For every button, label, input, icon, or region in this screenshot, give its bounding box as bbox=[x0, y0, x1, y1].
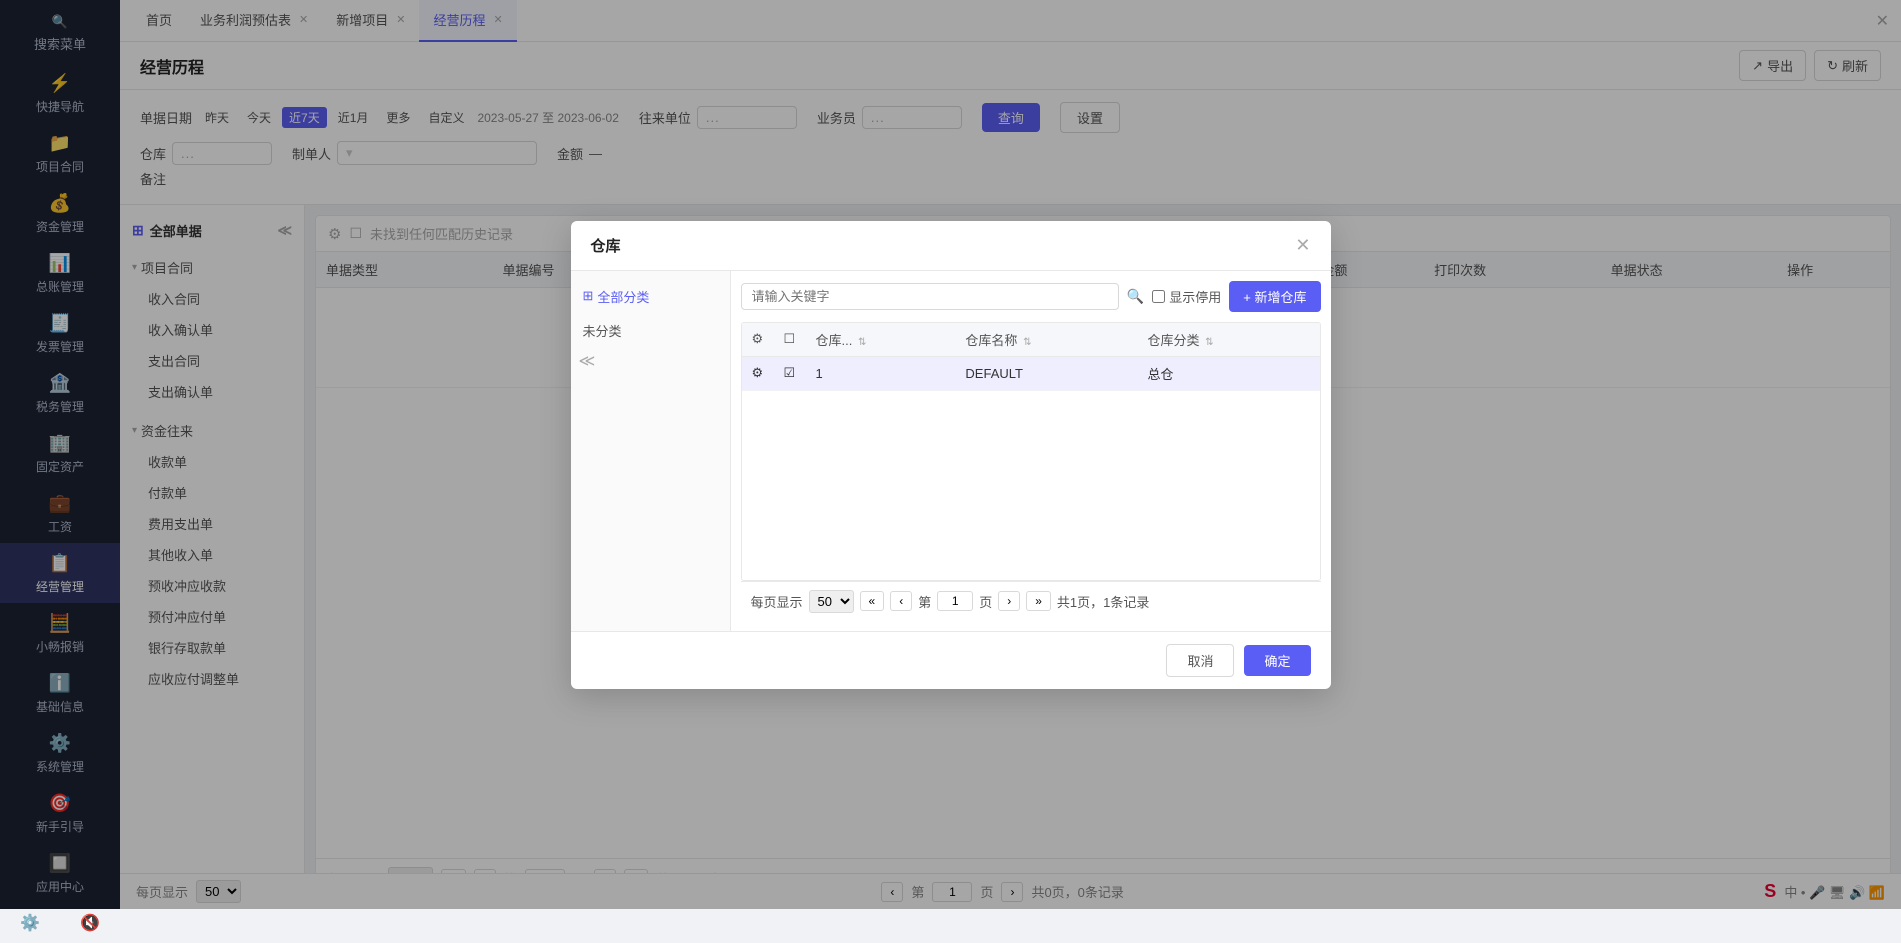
modal-category-header[interactable]: ⊞ 全部分类 bbox=[571, 279, 730, 314]
sort-icon-name: ⇅ bbox=[1023, 337, 1031, 348]
modal-table-row[interactable]: ⚙ ☑ 1 DEFAULT 总仓 bbox=[742, 356, 1320, 390]
modal-search-bar: 🔍 显示停用 + 新增仓库 bbox=[741, 281, 1321, 312]
modal-first-btn[interactable]: « bbox=[860, 591, 885, 611]
modal-col-category: 仓库分类 ⇅ bbox=[1137, 323, 1319, 357]
modal-col-name: 仓库名称 ⇅ bbox=[955, 323, 1137, 357]
modal-col-checkbox[interactable]: ☐ bbox=[774, 323, 806, 357]
modal-col-gear: ⚙ bbox=[742, 323, 774, 357]
modal-search-input[interactable] bbox=[741, 283, 1119, 310]
warehouse-modal: 仓库 ✕ ⊞ 全部分类 未分类 ≪ 🔍 显示停用 + 新增仓库 bbox=[571, 221, 1331, 689]
modal-per-page-label: 每页显示 bbox=[751, 592, 803, 611]
modal-left-toggle[interactable]: ≪ bbox=[575, 347, 600, 375]
settings-bottom-icon[interactable]: ⚙️ bbox=[20, 913, 40, 933]
modal-next-btn[interactable]: › bbox=[998, 591, 1020, 611]
modal-page-input[interactable] bbox=[937, 591, 973, 611]
modal-prev-btn[interactable]: ‹ bbox=[890, 591, 912, 611]
sort-icon-code: ⇅ bbox=[858, 337, 866, 348]
modal-left-panel: ⊞ 全部分类 未分类 ≪ bbox=[571, 271, 731, 631]
modal-col-code: 仓库... ⇅ bbox=[806, 323, 956, 357]
row-id: 1 bbox=[806, 356, 956, 390]
row-checkbox[interactable]: ☑ bbox=[774, 356, 806, 390]
modal-right-panel: 🔍 显示停用 + 新增仓库 ⚙ ☐ 仓库... ⇅ bbox=[731, 271, 1331, 631]
unclassified-label: 未分类 bbox=[583, 324, 622, 339]
grid-category-icon: ⊞ bbox=[583, 288, 594, 304]
row-gear: ⚙ bbox=[742, 356, 774, 390]
cancel-button[interactable]: 取消 bbox=[1166, 644, 1234, 677]
show-disabled-text: 显示停用 bbox=[1169, 287, 1221, 306]
modal-pagination: 每页显示 50 « ‹ 第 页 › » 共1页，1条记录 bbox=[741, 581, 1321, 621]
modal-table: ⚙ ☐ 仓库... ⇅ 仓库名称 ⇅ 仓库分类 bbox=[742, 323, 1320, 391]
modal-page-suffix: 页 bbox=[979, 592, 992, 611]
confirm-button[interactable]: 确定 bbox=[1244, 645, 1310, 676]
modal-per-page-select[interactable]: 50 bbox=[809, 590, 854, 613]
modal-category-header-label: 全部分类 bbox=[597, 287, 649, 306]
sort-icon-cat: ⇅ bbox=[1205, 337, 1213, 348]
modal-total: 共1页，1条记录 bbox=[1057, 592, 1149, 611]
show-disabled-checkbox[interactable] bbox=[1152, 290, 1165, 303]
sidebar-bottom: ⚙️ 🔇 bbox=[0, 903, 120, 943]
modal-footer-buttons: 取消 确定 bbox=[571, 631, 1331, 689]
modal-table-header: ⚙ ☐ 仓库... ⇅ 仓库名称 ⇅ 仓库分类 bbox=[742, 323, 1320, 357]
modal-search-icon[interactable]: 🔍 bbox=[1127, 288, 1144, 305]
row-name: 总仓 bbox=[1137, 356, 1319, 390]
row-code: DEFAULT bbox=[955, 356, 1137, 390]
modal-title: 仓库 bbox=[591, 235, 621, 256]
modal-table-wrap: ⚙ ☐ 仓库... ⇅ 仓库名称 ⇅ 仓库分类 bbox=[741, 322, 1321, 581]
show-disabled-label[interactable]: 显示停用 bbox=[1152, 287, 1221, 306]
modal-close-button[interactable]: ✕ bbox=[1295, 235, 1310, 256]
mute-icon[interactable]: 🔇 bbox=[80, 913, 100, 933]
modal-page-label: 第 bbox=[918, 592, 931, 611]
modal-last-btn[interactable]: » bbox=[1026, 591, 1051, 611]
modal-category-item-unclassified[interactable]: 未分类 bbox=[571, 314, 730, 347]
modal-body: ⊞ 全部分类 未分类 ≪ 🔍 显示停用 + 新增仓库 bbox=[571, 271, 1331, 631]
add-warehouse-button[interactable]: + 新增仓库 bbox=[1229, 281, 1320, 312]
modal-header: 仓库 ✕ bbox=[571, 221, 1331, 271]
